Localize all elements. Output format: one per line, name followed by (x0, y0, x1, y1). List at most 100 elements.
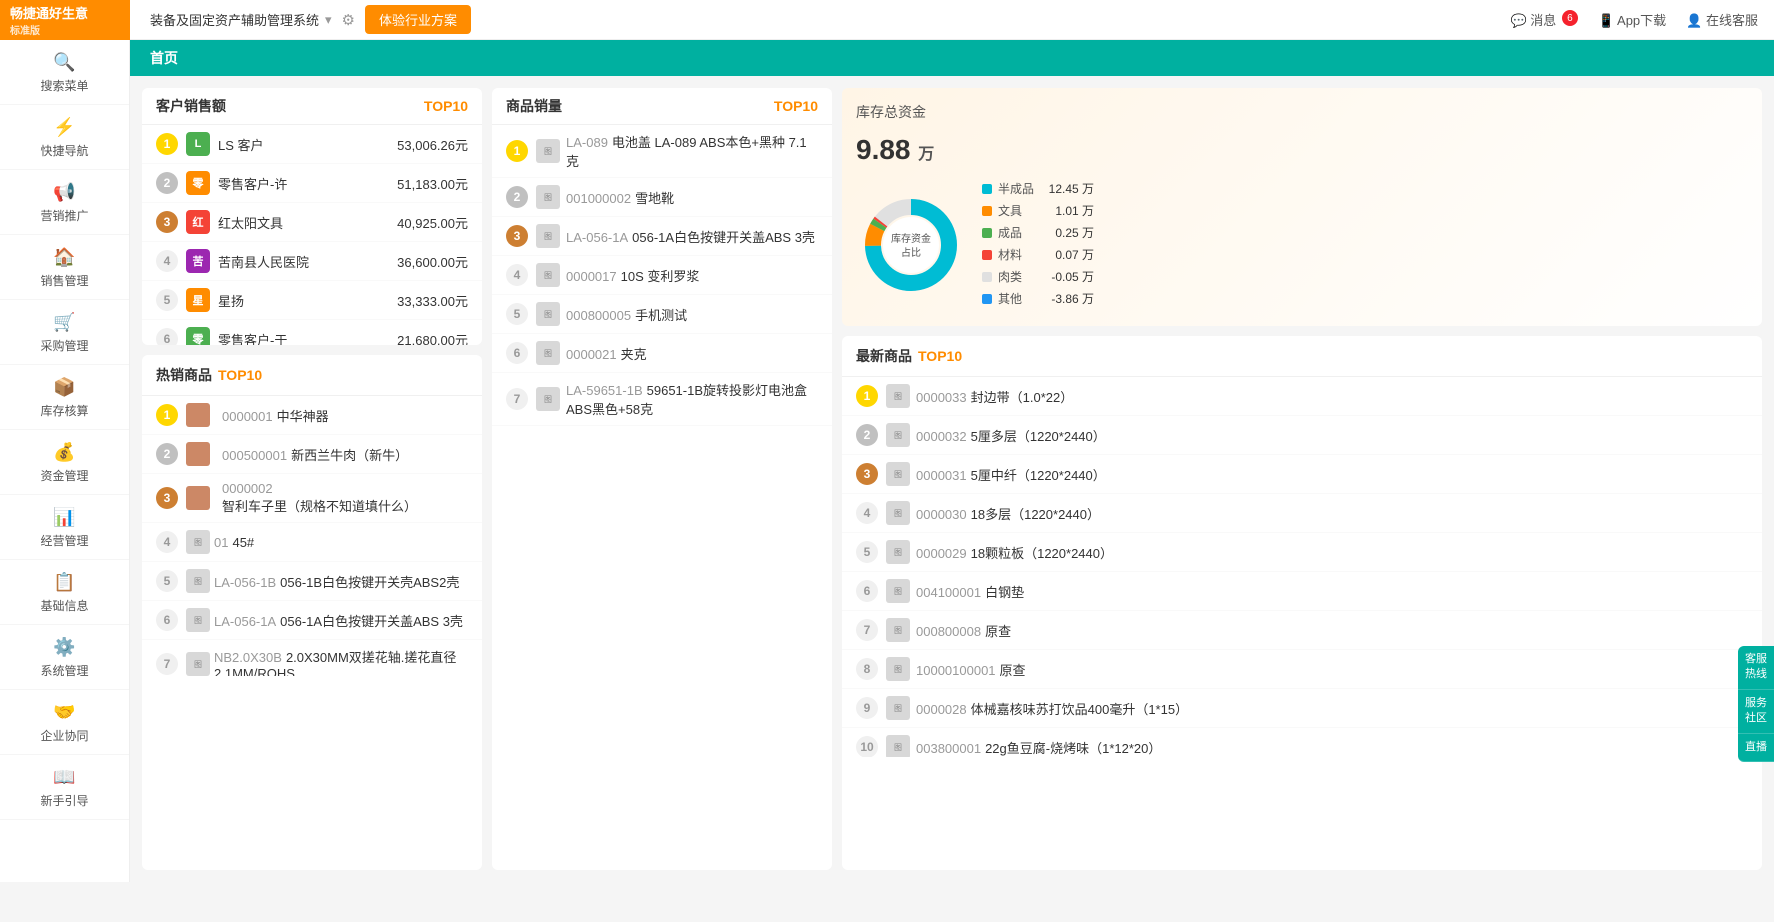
product-image: 图 (886, 462, 910, 486)
product-info: 000500001新西兰牛肉（新牛） (222, 445, 468, 464)
list-item[interactable]: 2 000500001新西兰牛肉（新牛） (142, 435, 482, 474)
table-row[interactable]: 3 图 LA-056-1A056-1A白色按键开关盖ABS 3壳 (492, 217, 832, 256)
list-item[interactable]: 5 图 000002918颗粒板（1220*2440） (842, 533, 1762, 572)
sidebar-item-inventory[interactable]: 📦 库存核算 (0, 365, 129, 430)
list-item[interactable]: 6 图 004100001白钢垫 (842, 572, 1762, 611)
inventory-value: 9.88 (856, 134, 911, 165)
home-tab[interactable]: 首页 (130, 40, 198, 76)
message-icon: 💬 (1510, 13, 1526, 28)
topbar: 畅捷通好生意 标准版 装备及固定资产辅助管理系统 ▾ ⚙ 体验行业方案 💬 消息… (0, 0, 1774, 40)
list-item[interactable]: 3 0000002智利车子里（规格不知道填什么） (142, 474, 482, 523)
service-label: 在线客服 (1706, 13, 1758, 28)
legend-item: 其他 -3.86 万 (982, 290, 1094, 307)
guide-icon: 📖 (53, 767, 75, 788)
float-btn-community[interactable]: 服务社区 (1738, 690, 1774, 734)
float-btn-live[interactable]: 直播 (1738, 734, 1774, 762)
customer-value: 40,925.00元 (397, 213, 468, 232)
sidebar-item-quicknav[interactable]: ⚡ 快捷导航 (0, 105, 129, 170)
sidebar-item-sales[interactable]: 🏠 销售管理 (0, 235, 129, 300)
list-item[interactable]: 6 图 LA-056-1A056-1A白色按键开关盖ABS 3壳 (142, 601, 482, 640)
list-item[interactable]: 5 图 LA-056-1B056-1B白色按键开关壳ABS2壳 (142, 562, 482, 601)
table-row[interactable]: 4 苦 苦南县人民医院 36,600.00元 (142, 242, 482, 281)
list-item[interactable]: 7 图 NB2.0X30B2.0X30MM双搓花轴.搓花直径2.1MM/ROHS (142, 640, 482, 676)
rank-number: 3 (856, 463, 878, 485)
sidebar-item-system-label: 系统管理 (40, 662, 88, 679)
trial-button[interactable]: 体验行业方案 (365, 5, 471, 34)
message-area[interactable]: 💬 消息 6 (1510, 10, 1577, 29)
inventory-title: 库存总资金 (856, 102, 926, 122)
sidebar-item-marketing[interactable]: 📢 营销推广 (0, 170, 129, 235)
app-download[interactable]: 📱 App下载 (1598, 10, 1666, 29)
product-info: LA-089电池盖 LA-089 ABS本色+黑种 7.1克 (566, 132, 818, 170)
inventory-icon: 📦 (53, 377, 75, 398)
table-row[interactable]: 1 L LS 客户 53,006.26元 (142, 125, 482, 164)
online-service[interactable]: 👤 在线客服 (1686, 10, 1758, 29)
list-item[interactable]: 3 图 00000315厘中纤（1220*2440） (842, 455, 1762, 494)
sidebar-item-purchase[interactable]: 🛒 采购管理 (0, 300, 129, 365)
table-row[interactable]: 2 零 零售客户-许 51,183.00元 (142, 164, 482, 203)
list-item[interactable]: 2 图 00000325厘多层（1220*2440） (842, 416, 1762, 455)
product-image: 图 (186, 652, 210, 676)
logo: 畅捷通好生意 标准版 (0, 0, 130, 40)
product-image: 图 (536, 139, 560, 163)
sidebar-item-guide-label: 新手引导 (40, 792, 88, 809)
sidebar-item-search[interactable]: 🔍 搜索菜单 (0, 40, 129, 105)
list-item[interactable]: 1 图 0000033封边带（1.0*22） (842, 377, 1762, 416)
list-item[interactable]: 7 图 000800008原查 (842, 611, 1762, 650)
product-info: 0000002智利车子里（规格不知道填什么） (222, 481, 468, 515)
sidebar-item-collab[interactable]: 🤝 企业协同 (0, 690, 129, 755)
table-row[interactable]: 6 图 0000021夹克 (492, 334, 832, 373)
product-image: 图 (536, 302, 560, 326)
table-row[interactable]: 5 星 星扬 33,333.00元 (142, 281, 482, 320)
list-item[interactable]: 9 图 0000028体械嘉核味苏打饮品400毫升（1*15） (842, 689, 1762, 728)
list-item[interactable]: 4 图 0145# (142, 523, 482, 562)
legend-item: 文具 1.01 万 (982, 202, 1094, 219)
avatar: 星 (186, 288, 210, 312)
rank-number: 3 (156, 211, 178, 233)
product-info: 000800005手机测试 (566, 305, 818, 324)
table-row[interactable]: 2 图 001000002雪地靴 (492, 178, 832, 217)
product-info: 00000315厘中纤（1220*2440） (916, 465, 1748, 484)
legend-name: 半成品 (998, 180, 1034, 197)
float-buttons: 客服热线 服务社区 直播 (1738, 646, 1774, 762)
customer-ranking-title: 客户销售额 (156, 96, 226, 116)
list-item[interactable]: 4 图 000003018多层（1220*2440） (842, 494, 1762, 533)
avatar: 红 (186, 210, 210, 234)
table-row[interactable]: 6 零 零售客户-于 21,680.00元 (142, 320, 482, 345)
sidebar-item-marketing-label: 营销推广 (40, 207, 88, 224)
settings-icon[interactable]: ⚙ (342, 11, 355, 29)
chevron-down-icon[interactable]: ▾ (325, 12, 332, 28)
sidebar-item-guide[interactable]: 📖 新手引导 (0, 755, 129, 820)
finance-icon: 💰 (53, 442, 75, 463)
product-info: 000003018多层（1220*2440） (916, 504, 1748, 523)
collab-icon: 🤝 (53, 702, 75, 723)
donut-chart: 库存资金 占比 (856, 190, 966, 303)
sidebar-item-basic-info[interactable]: 📋 基础信息 (0, 560, 129, 625)
system-selector[interactable]: 装备及固定资产辅助管理系统 ▾ (150, 10, 332, 29)
product-image: 图 (536, 341, 560, 365)
rank-number: 3 (506, 225, 528, 247)
sidebar-item-operations[interactable]: 📊 经营管理 (0, 495, 129, 560)
float-btn-service[interactable]: 客服热线 (1738, 646, 1774, 690)
rank-number: 4 (856, 502, 878, 524)
table-row[interactable]: 7 图 LA-59651-1B59651-1B旋转投影灯电池盒ABS黑色+58克 (492, 373, 832, 426)
list-item[interactable]: 8 图 10000100001原查 (842, 650, 1762, 689)
table-row[interactable]: 4 图 000001710S 变利罗浆 (492, 256, 832, 295)
system-name: 装备及固定资产辅助管理系统 (150, 10, 319, 29)
legend-value: 1.01 万 (1034, 202, 1094, 219)
list-item[interactable]: 1 0000001中华神器 (142, 396, 482, 435)
list-item[interactable]: 10 图 00380000122g鱼豆腐-烧烤味（1*12*20） (842, 728, 1762, 757)
table-row[interactable]: 1 图 LA-089电池盖 LA-089 ABS本色+黑种 7.1克 (492, 125, 832, 178)
new-products-panel: 最新商品 TOP10 1 图 0000033封边带（1.0*22） 2 图 00… (842, 336, 1762, 870)
customer-name: 零售客户-于 (218, 330, 397, 346)
table-row[interactable]: 3 红 红太阳文具 40,925.00元 (142, 203, 482, 242)
legend-name: 文具 (998, 202, 1034, 219)
operations-icon: 📊 (53, 507, 75, 528)
new-products-top10: TOP10 (918, 348, 962, 364)
rank-number: 4 (506, 264, 528, 286)
sidebar-item-finance[interactable]: 💰 资金管理 (0, 430, 129, 495)
hot-products-title: 热销商品 (156, 365, 212, 385)
rank-number: 10 (856, 736, 878, 757)
table-row[interactable]: 5 图 000800005手机测试 (492, 295, 832, 334)
sidebar-item-system[interactable]: ⚙️ 系统管理 (0, 625, 129, 690)
